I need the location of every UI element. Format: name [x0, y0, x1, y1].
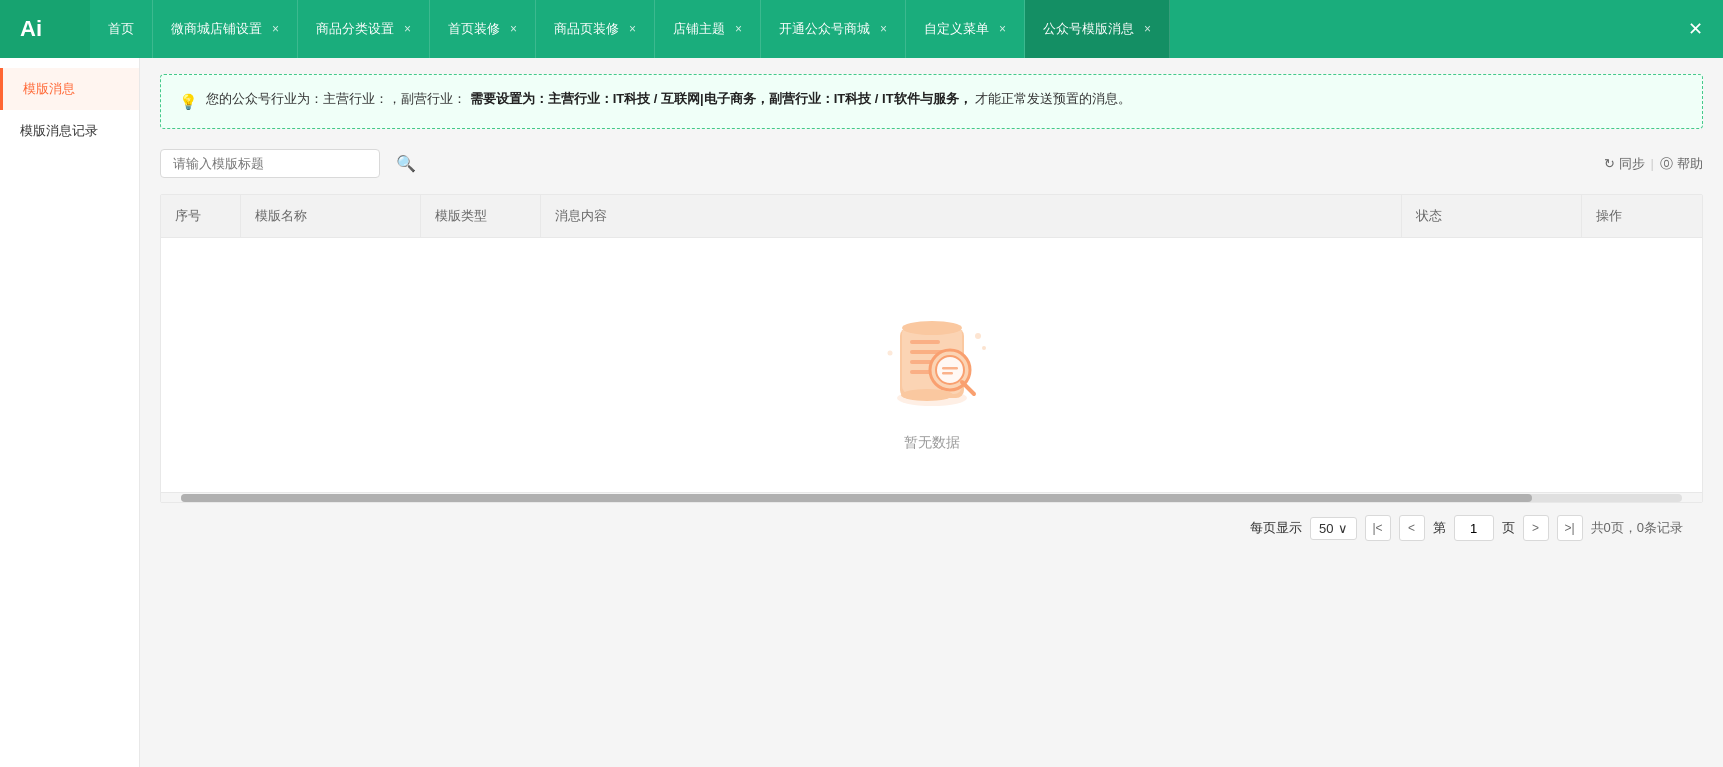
sidebar-item-template-msg[interactable]: 模版消息 — [0, 68, 139, 110]
prev-page-button[interactable]: < — [1399, 515, 1425, 541]
alert-icon: 💡 — [179, 90, 198, 114]
tab-close-custom-menu[interactable]: × — [999, 22, 1006, 36]
empty-text: 暂无数据 — [904, 434, 960, 452]
tab-label: 自定义菜单 — [924, 20, 989, 38]
tab-label: 商品页装修 — [554, 20, 619, 38]
search-button[interactable]: 🔍 — [388, 150, 424, 177]
tab-label: 微商城店铺设置 — [171, 20, 262, 38]
page-number-input[interactable] — [1454, 515, 1494, 541]
per-page-select[interactable]: 50 ∨ — [1310, 517, 1356, 540]
svg-rect-3 — [910, 340, 940, 344]
svg-point-15 — [982, 346, 986, 350]
close-all-button[interactable]: ✕ — [1668, 0, 1723, 58]
tab-label: 公众号模版消息 — [1043, 20, 1134, 38]
col-content: 消息内容 — [541, 195, 1402, 237]
chevron-down-icon: ∨ — [1338, 521, 1348, 536]
pagination: 每页显示 50 ∨ |< < 第 页 > >| 共0页，0条记录 — [160, 503, 1703, 553]
tab-label: 首页装修 — [448, 20, 500, 38]
refresh-icon: ↻ — [1604, 156, 1615, 171]
sidebar-item-template-msg-log[interactable]: 模版消息记录 — [0, 110, 139, 152]
tab-open-mall[interactable]: 开通公众号商城 × — [761, 0, 906, 58]
tab-home-decoration[interactable]: 首页装修 × — [430, 0, 536, 58]
tab-close-shop-settings[interactable]: × — [272, 22, 279, 36]
tab-shop-settings[interactable]: 微商城店铺设置 × — [153, 0, 298, 58]
svg-point-8 — [936, 356, 964, 384]
tab-close-category-settings[interactable]: × — [404, 22, 411, 36]
sidebar: 模版消息模版消息记录 — [0, 58, 140, 767]
tab-close-product-decoration[interactable]: × — [629, 22, 636, 36]
svg-point-16 — [887, 351, 892, 356]
tab-product-decoration[interactable]: 商品页装修 × — [536, 0, 655, 58]
col-index: 序号 — [161, 195, 241, 237]
tab-close-store-theme[interactable]: × — [735, 22, 742, 36]
sync-button[interactable]: ↻ 同步 — [1604, 155, 1645, 173]
main-layout: 模版消息模版消息记录 💡 您的公众号行业为：主营行业：，副营行业： 需要设置为：… — [0, 58, 1723, 767]
col-status: 状态 — [1402, 195, 1582, 237]
col-name: 模版名称 — [241, 195, 421, 237]
empty-state: 暂无数据 — [161, 238, 1702, 492]
svg-point-12 — [902, 321, 962, 335]
alert-text: 您的公众号行业为：主营行业：，副营行业： 需要设置为：主营行业：IT科技 / 互… — [206, 89, 1131, 110]
tab-close-open-mall[interactable]: × — [880, 22, 887, 36]
tab-home[interactable]: 首页 — [90, 0, 153, 58]
tab-label: 首页 — [108, 20, 134, 38]
tab-label: 店铺主题 — [673, 20, 725, 38]
col-action: 操作 — [1582, 195, 1702, 237]
empty-illustration — [872, 298, 992, 418]
last-page-button[interactable]: >| — [1557, 515, 1583, 541]
logo: Ai — [0, 0, 90, 58]
main-content: 💡 您的公众号行业为：主营行业：，副营行业： 需要设置为：主营行业：IT科技 /… — [140, 58, 1723, 767]
tab-close-home-decoration[interactable]: × — [510, 22, 517, 36]
table-container: 序号 模版名称 模版类型 消息内容 状态 操作 — [160, 194, 1703, 503]
help-icon: ⓪ — [1660, 155, 1673, 173]
svg-point-14 — [975, 333, 981, 339]
tab-bar: Ai 首页微商城店铺设置×商品分类设置×首页装修×商品页装修×店铺主题×开通公众… — [0, 0, 1723, 58]
next-page-button[interactable]: > — [1523, 515, 1549, 541]
alert-box: 💡 您的公众号行业为：主营行业：，副营行业： 需要设置为：主营行业：IT科技 /… — [160, 74, 1703, 129]
tab-template-msg[interactable]: 公众号模版消息 × — [1025, 0, 1170, 58]
page-label: 第 — [1433, 519, 1446, 537]
tab-label: 开通公众号商城 — [779, 20, 870, 38]
svg-point-13 — [901, 389, 953, 401]
search-input[interactable] — [160, 149, 380, 178]
tab-custom-menu[interactable]: 自定义菜单 × — [906, 0, 1025, 58]
table-header: 序号 模版名称 模版类型 消息内容 状态 操作 — [161, 195, 1702, 238]
help-button[interactable]: ⓪ 帮助 — [1660, 155, 1703, 173]
tab-category-settings[interactable]: 商品分类设置 × — [298, 0, 430, 58]
per-page-label: 每页显示 — [1250, 519, 1302, 537]
svg-rect-10 — [942, 367, 958, 370]
first-page-button[interactable]: |< — [1365, 515, 1391, 541]
page-unit: 页 — [1502, 519, 1515, 537]
page-summary: 共0页，0条记录 — [1591, 519, 1683, 537]
tab-close-template-msg[interactable]: × — [1144, 22, 1151, 36]
tab-store-theme[interactable]: 店铺主题 × — [655, 0, 761, 58]
scrollbar-area — [161, 492, 1702, 502]
search-bar: 🔍 ↻ 同步 | ⓪ 帮助 — [160, 149, 1703, 178]
tab-label: 商品分类设置 — [316, 20, 394, 38]
col-type: 模版类型 — [421, 195, 541, 237]
svg-rect-11 — [942, 372, 953, 375]
